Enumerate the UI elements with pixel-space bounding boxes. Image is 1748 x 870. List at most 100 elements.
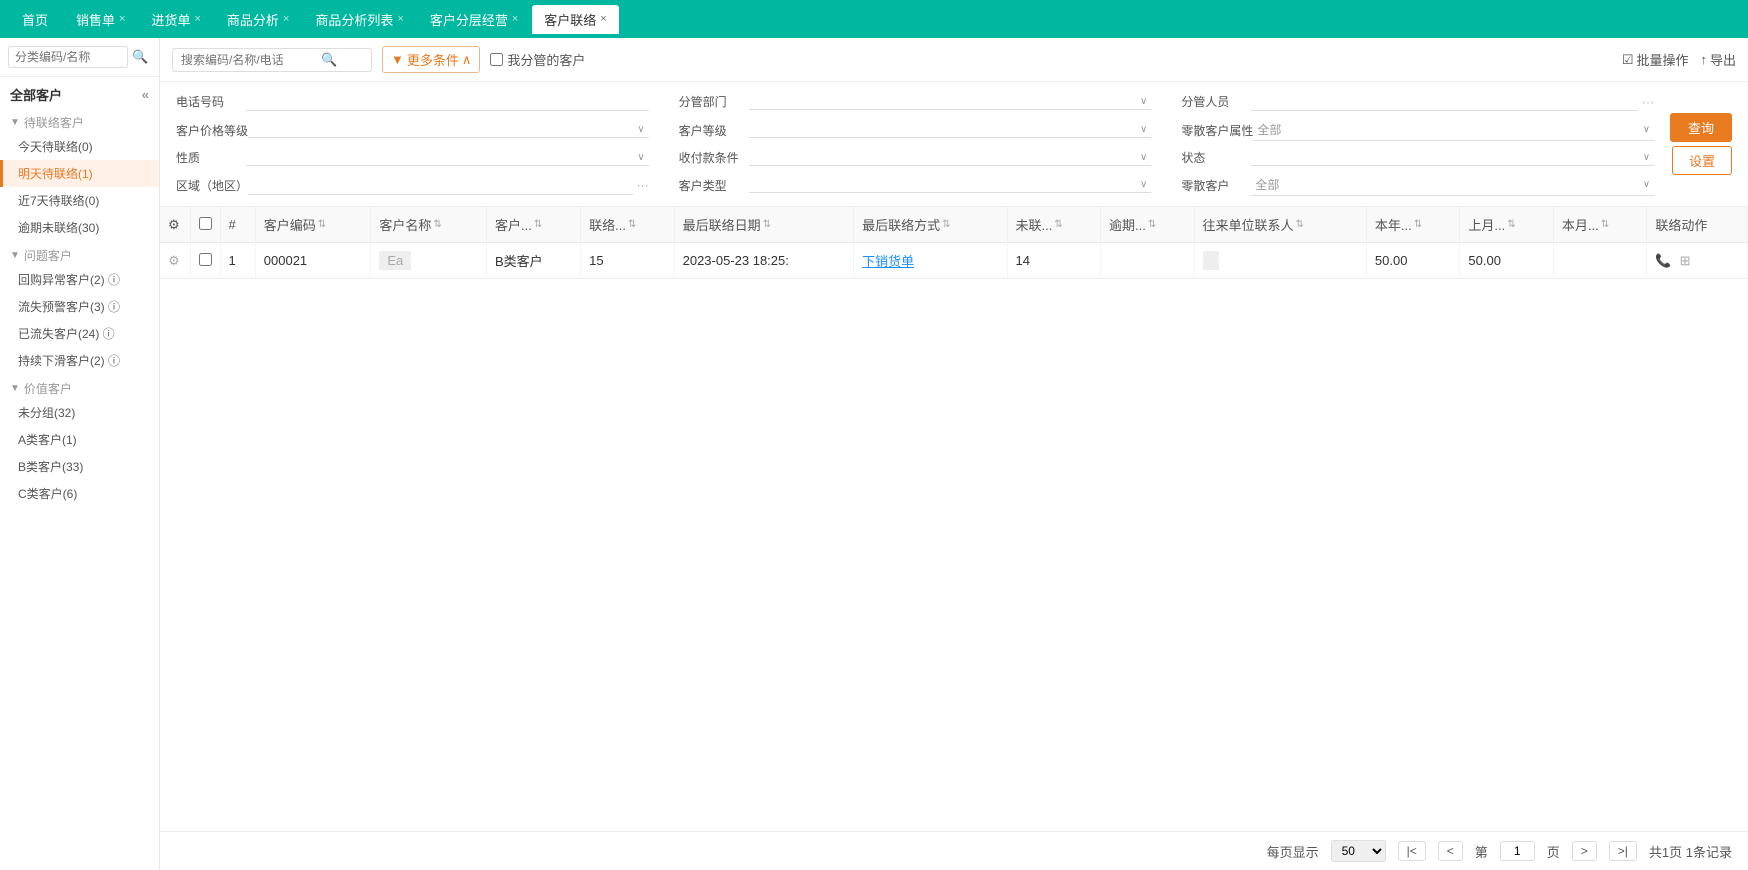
filter-status-select[interactable]: ∨ [1251,150,1654,166]
th-this_month[interactable]: 本月...⇅ [1553,207,1647,243]
sort-icon-last_month[interactable]: ⇅ [1507,219,1515,230]
filter-nature: 性质 ∨ [176,149,649,166]
per-page-select[interactable]: 50 100 200 [1331,840,1386,862]
sidebar-item-1-1[interactable]: 流失预警客户(3) ⓘ [0,293,159,320]
settings-col-icon[interactable]: ⚙ [168,217,180,232]
sidebar-item-2-3[interactable]: C类客户(6) [0,480,159,507]
sidebar-item-0-0[interactable]: 今天待联络(0) [0,133,159,160]
th-contacts[interactable]: 联络...⇅ [581,207,675,243]
sidebar-group-label-1[interactable]: 问题客户 [0,241,159,266]
last-contact-method-link-0[interactable]: 下销货单 [862,254,914,269]
sidebar-item-2-1[interactable]: A类客户(1) [0,426,159,453]
sort-icon-this_year[interactable]: ⇅ [1414,219,1422,230]
main-search-icon[interactable]: 🔍 [321,52,337,68]
sidebar-item-2-2[interactable]: B类客户(33) [0,453,159,480]
select-all-checkbox[interactable] [199,217,212,230]
batch-op-btn[interactable]: ☑ 批量操作 [1622,50,1689,69]
filter-retail-attr-select[interactable]: 全部 ∨ [1253,119,1654,141]
th-last_contact_method[interactable]: 最后联络方式⇅ [854,207,1007,243]
row-settings-icon[interactable]: ⚙ [168,253,180,268]
sort-icon-uncontacted[interactable]: ⇅ [1054,219,1062,230]
export-btn[interactable]: ↑ 导出 [1700,50,1736,69]
sort-icon-last_contact_method[interactable]: ⇅ [942,219,950,230]
sidebar-item-2-0[interactable]: 未分组(32) [0,399,159,426]
sidebar-search-input[interactable] [8,46,128,68]
prev-page-btn[interactable]: < [1438,841,1463,861]
first-page-btn[interactable]: |< [1398,841,1426,861]
filter-retail-cust-select[interactable]: 全部 ∨ [1251,174,1654,196]
filter-dept-select[interactable]: ∨ [749,94,1152,110]
my-customer-checkbox-wrap[interactable]: 我分管的客户 [490,50,585,69]
main-search-input[interactable] [181,53,321,67]
sort-icon-overdue[interactable]: ⇅ [1148,219,1156,230]
region-dots-btn[interactable]: ··· [637,178,649,192]
settings-button[interactable]: 设置 [1672,146,1732,175]
filter-cust-type-select[interactable]: ∨ [749,177,1152,193]
th-type[interactable]: 客户...⇅ [486,207,580,243]
sidebar-search-icon[interactable]: 🔍 [132,49,148,65]
nav-tab-close-purchase[interactable]: × [194,13,200,25]
filter-person-input[interactable] [1251,92,1638,111]
action-phone-icon-0[interactable]: 📞 [1655,253,1671,269]
sort-icon-unit_contact[interactable]: ⇅ [1296,219,1304,230]
filter-phone-input[interactable] [246,92,649,111]
filter-more-btn[interactable]: ▼ 更多条件 ∧ [382,46,480,73]
nav-tab-close-customer-tier[interactable]: × [512,13,518,25]
sidebar-group-label-2[interactable]: 价值客户 [0,374,159,399]
sort-icon-last_contact_date[interactable]: ⇅ [763,219,771,230]
filter-region-input[interactable] [248,176,633,195]
nav-tab-label-analysis-list: 商品分析列表 [315,10,393,29]
th-last_month[interactable]: 上月...⇅ [1460,207,1554,243]
sidebar-collapse-icon[interactable]: « [142,87,149,102]
sidebar-group-label-0[interactable]: 待联络客户 [0,108,159,133]
nav-tab-label-sales: 销售单 [76,10,115,29]
nav-home[interactable]: 首页 [10,5,60,34]
next-page-btn[interactable]: > [1572,841,1597,861]
th-name[interactable]: 客户名称⇅ [371,207,487,243]
sidebar-item-0-2[interactable]: 近7天待联络(0) [0,187,159,214]
sort-icon-this_month[interactable]: ⇅ [1601,219,1609,230]
row-checkbox-0[interactable] [199,253,212,266]
filter-price-level-select[interactable]: ∨ [248,122,649,138]
sidebar-item-1-3[interactable]: 持续下滑客户(2) ⓘ [0,347,159,374]
sidebar-item-0-1[interactable]: 明天待联络(1) [0,160,159,187]
sort-icon-contacts[interactable]: ⇅ [628,219,636,230]
sort-icon-name[interactable]: ⇅ [433,219,441,230]
th-last_contact_date[interactable]: 最后联络日期⇅ [674,207,853,243]
th-unit_contact[interactable]: 往来单位联系人⇅ [1194,207,1366,243]
customer-table: ⚙ #客户编码⇅客户名称⇅客户...⇅联络...⇅最后联络日期⇅最后联络方式⇅未联… [160,207,1748,279]
nav-tab-analysis-list[interactable]: 商品分析列表 × [303,5,415,34]
filter-payment-select[interactable]: ∨ [749,150,1152,166]
sidebar-item-0-3[interactable]: 逾期未联络(30) [0,214,159,241]
action-grid-icon-0[interactable]: ⊞ [1680,253,1691,269]
my-customer-checkbox[interactable] [490,53,503,66]
sidebar-item-1-2[interactable]: 已流失客户(24) ⓘ [0,320,159,347]
nav-tab-analysis[interactable]: 商品分析× [215,5,301,34]
td-uncontacted-0: 14 [1007,243,1101,279]
last-page-btn[interactable]: >| [1609,841,1637,861]
td-last_contact_method-0: 下销货单 [854,243,1007,279]
query-button[interactable]: 查询 [1670,113,1732,142]
nav-tab-close-customer-contact[interactable]: × [600,13,606,25]
nav-tab-close-analysis-list[interactable]: × [397,13,403,25]
sidebar-item-1-0[interactable]: 回购异常客户(2) ⓘ [0,266,159,293]
nav-tab-customer-tier[interactable]: 客户分层经营× [418,5,530,34]
nav-tab-customer-contact[interactable]: 客户联络× [532,5,618,34]
filter-nature-select[interactable]: ∨ [246,150,649,166]
th-overdue[interactable]: 逾期...⇅ [1101,207,1195,243]
sort-icon-code[interactable]: ⇅ [318,219,326,230]
sidebar-all-customers[interactable]: 全部客户 « [0,77,159,108]
th-uncontacted[interactable]: 未联...⇅ [1007,207,1101,243]
filter-cust-type-label: 客户类型 [679,177,749,194]
page-input[interactable] [1500,841,1535,861]
nav-tab-purchase[interactable]: 进货单× [139,5,212,34]
filter-cust-level-select[interactable]: ∨ [749,122,1152,138]
sort-icon-type[interactable]: ⇅ [534,219,542,230]
nav-tab-sales[interactable]: 销售单 × [64,5,137,34]
th-this_year[interactable]: 本年...⇅ [1366,207,1460,243]
th-code[interactable]: 客户编码⇅ [255,207,371,243]
nav-tab-close-sales[interactable]: × [119,13,125,25]
th-index: # [220,207,255,243]
nav-tab-close-analysis[interactable]: × [283,13,289,25]
person-dots-btn[interactable]: ··· [1642,95,1654,109]
